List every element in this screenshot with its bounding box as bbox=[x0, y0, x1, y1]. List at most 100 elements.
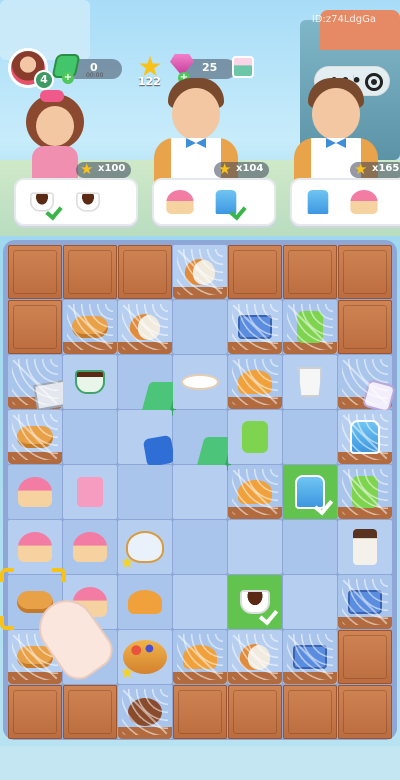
cup-green-icon[interactable] bbox=[75, 370, 105, 394]
order-reward: ★ x165 bbox=[350, 160, 400, 178]
cake-icon[interactable] bbox=[73, 532, 107, 562]
board-cell[interactable] bbox=[283, 520, 337, 574]
coffee-plate-icon[interactable] bbox=[181, 374, 219, 390]
board-cell[interactable] bbox=[228, 575, 282, 629]
bottom-bar bbox=[0, 746, 400, 780]
board-cell[interactable] bbox=[118, 575, 172, 629]
board-cell[interactable] bbox=[118, 465, 172, 519]
board-cell[interactable] bbox=[8, 465, 62, 519]
board-cell[interactable] bbox=[173, 410, 233, 471]
locked-crate-cell[interactable] bbox=[8, 245, 62, 299]
order-reward-value: x165 bbox=[372, 163, 400, 174]
locked-crate-cell[interactable] bbox=[118, 245, 172, 299]
board-cell[interactable] bbox=[63, 465, 117, 519]
board-cell[interactable] bbox=[228, 300, 282, 354]
board-cell[interactable] bbox=[283, 630, 337, 684]
locked-crate-cell[interactable] bbox=[63, 685, 117, 739]
cobweb-overlay bbox=[232, 469, 278, 515]
board-cell[interactable]: ★ bbox=[118, 630, 172, 684]
board-cell[interactable] bbox=[283, 410, 337, 464]
selection-corner bbox=[0, 568, 14, 582]
board-cell[interactable] bbox=[228, 355, 282, 409]
order-card[interactable] bbox=[14, 178, 138, 226]
girl-head bbox=[36, 106, 74, 146]
board-cell[interactable] bbox=[173, 300, 227, 354]
cobweb-overlay bbox=[12, 359, 58, 405]
board-cell[interactable] bbox=[8, 410, 62, 464]
board-cell[interactable] bbox=[283, 355, 337, 409]
check-icon bbox=[230, 204, 246, 218]
cake-icon[interactable] bbox=[18, 477, 52, 507]
board-cell[interactable] bbox=[63, 520, 117, 574]
board-cell[interactable] bbox=[118, 355, 178, 416]
machine-icon[interactable] bbox=[242, 421, 268, 453]
locked-crate-cell[interactable] bbox=[63, 245, 117, 299]
board-cell[interactable] bbox=[228, 410, 282, 464]
order-reward: ★ x104 bbox=[214, 160, 270, 178]
locked-crate-cell[interactable] bbox=[173, 685, 227, 739]
board-cell[interactable] bbox=[173, 520, 227, 574]
board-cell[interactable] bbox=[228, 465, 282, 519]
board-cell[interactable] bbox=[338, 575, 392, 629]
check-icon bbox=[46, 204, 62, 218]
cup-white-icon[interactable] bbox=[298, 367, 322, 397]
energy-plus-button[interactable]: + bbox=[62, 72, 74, 84]
locked-crate-cell[interactable] bbox=[8, 685, 62, 739]
board-cell[interactable] bbox=[8, 520, 62, 574]
cake-icon[interactable] bbox=[18, 532, 52, 562]
order-item-coffee-cup bbox=[72, 186, 104, 218]
board-cell[interactable] bbox=[173, 465, 227, 519]
order-card[interactable] bbox=[152, 178, 276, 226]
board-cell[interactable] bbox=[283, 300, 337, 354]
locked-crate-cell[interactable] bbox=[338, 245, 392, 299]
board-cell[interactable] bbox=[173, 245, 227, 299]
star-icon: ★ bbox=[120, 553, 135, 572]
board-cell[interactable] bbox=[8, 355, 71, 411]
cobweb-overlay bbox=[232, 359, 278, 405]
board-cell[interactable] bbox=[173, 355, 227, 409]
cobweb-overlay bbox=[287, 634, 333, 680]
order-reward-value: x100 bbox=[98, 163, 126, 174]
board-cell[interactable] bbox=[63, 355, 117, 409]
cobweb-overlay bbox=[232, 304, 278, 350]
locked-crate-cell[interactable] bbox=[283, 245, 337, 299]
board-cell[interactable] bbox=[173, 630, 227, 684]
check-icon bbox=[258, 607, 278, 625]
togo-icon[interactable] bbox=[353, 529, 377, 565]
locked-crate-cell[interactable] bbox=[338, 300, 392, 354]
board-cell[interactable]: ★ bbox=[118, 520, 172, 574]
shop-icon[interactable] bbox=[232, 56, 254, 78]
order-card[interactable] bbox=[290, 178, 400, 226]
locked-crate-cell[interactable] bbox=[228, 685, 282, 739]
board-cell[interactable] bbox=[338, 520, 392, 574]
box-pink-icon[interactable] bbox=[77, 477, 103, 507]
board-cell[interactable] bbox=[338, 465, 392, 519]
board-cell[interactable] bbox=[228, 520, 282, 574]
locked-crate-cell[interactable] bbox=[228, 245, 282, 299]
locked-crate-cell[interactable] bbox=[8, 300, 62, 354]
board-cell[interactable] bbox=[63, 410, 117, 464]
locked-crate-cell[interactable] bbox=[338, 685, 392, 739]
board-cell[interactable] bbox=[228, 630, 282, 684]
cobweb-overlay bbox=[342, 469, 388, 515]
board-cell[interactable] bbox=[338, 355, 397, 414]
board-cell[interactable] bbox=[118, 685, 172, 739]
cobweb-overlay bbox=[342, 359, 388, 405]
cobweb-overlay bbox=[67, 304, 113, 350]
board-cell[interactable] bbox=[118, 410, 176, 468]
blue-bag-icon[interactable] bbox=[142, 434, 176, 468]
dish-icon[interactable] bbox=[128, 590, 162, 614]
board-cell[interactable] bbox=[283, 575, 337, 629]
locked-crate-cell[interactable] bbox=[283, 685, 337, 739]
board-cell[interactable] bbox=[173, 575, 227, 629]
board-cell[interactable] bbox=[338, 410, 392, 464]
board-cell[interactable] bbox=[118, 300, 172, 354]
order-item-fruit-cake bbox=[164, 186, 196, 218]
cobweb-overlay bbox=[12, 414, 58, 460]
star-value: 122 bbox=[138, 75, 161, 88]
board-cell[interactable] bbox=[283, 465, 337, 519]
cobweb-overlay bbox=[122, 689, 168, 735]
locked-crate-cell[interactable] bbox=[338, 630, 392, 684]
background-house bbox=[0, 0, 90, 60]
board-cell[interactable] bbox=[63, 300, 117, 354]
